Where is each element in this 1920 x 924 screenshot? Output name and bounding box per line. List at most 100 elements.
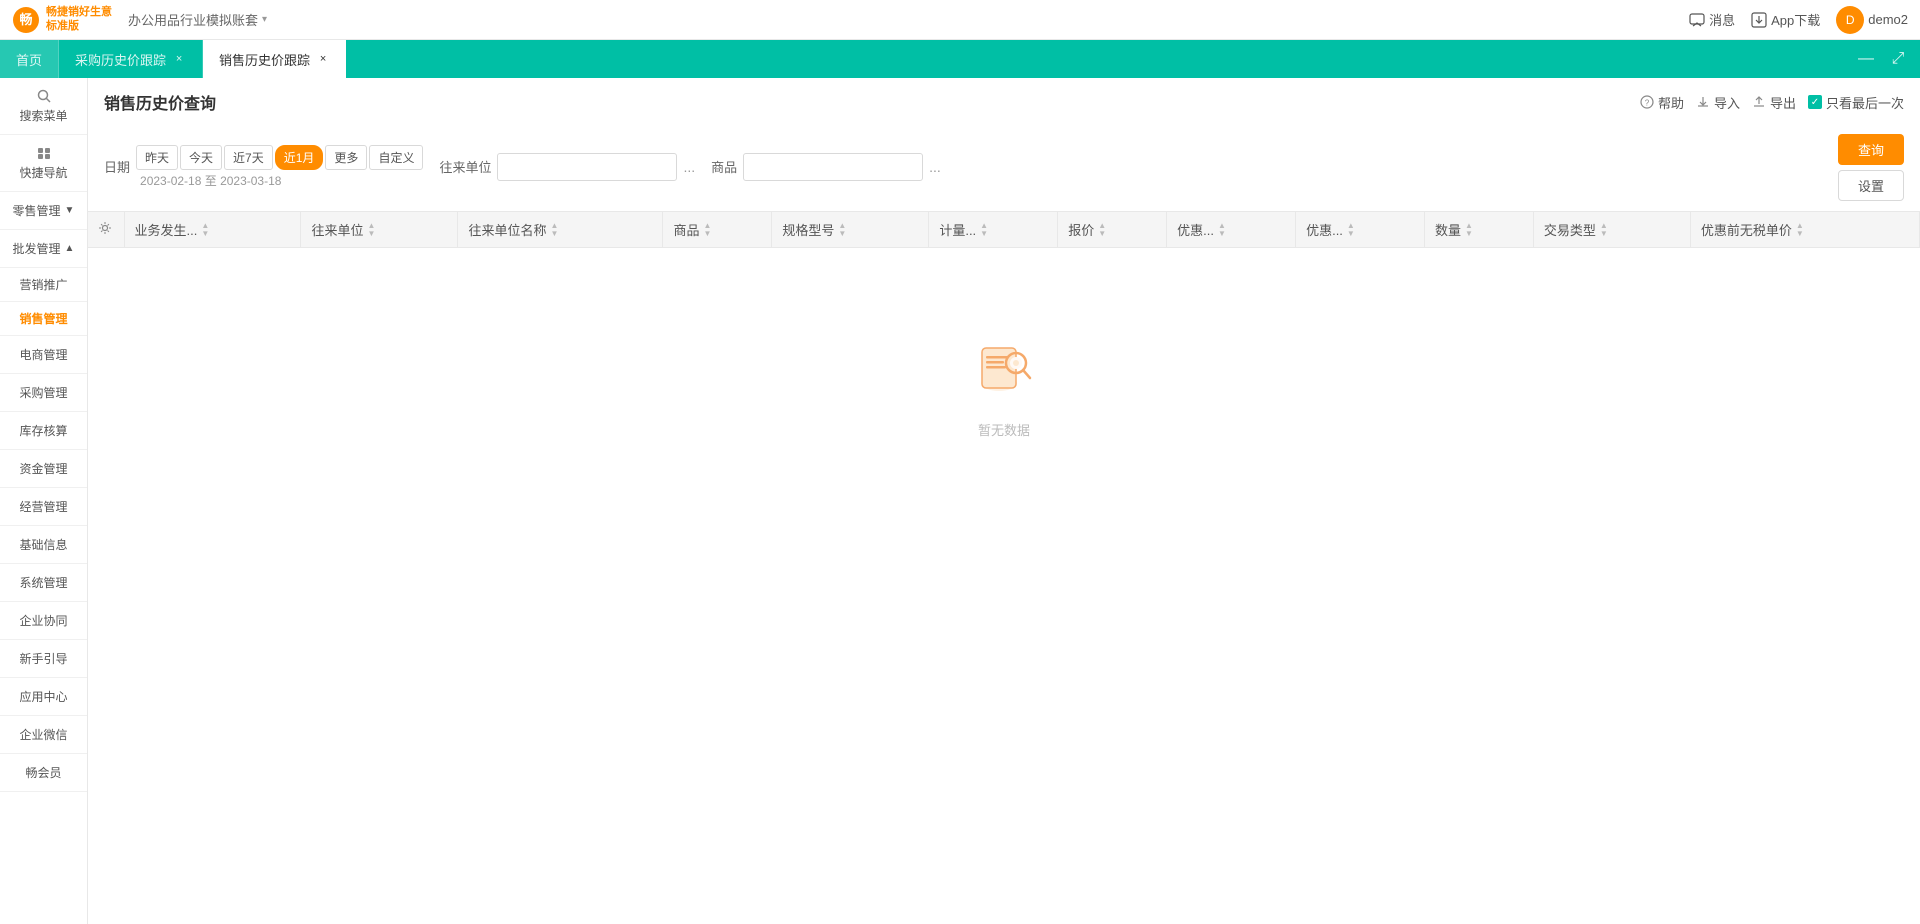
help-button[interactable]: ? 帮助	[1640, 93, 1684, 112]
sidebar-item-app-center[interactable]: 应用中心	[0, 678, 87, 716]
sidebar-item-system[interactable]: 系统管理	[0, 564, 87, 602]
date-buttons: 昨天 今天 近7天 近1月 更多 自定义	[136, 145, 423, 170]
sidebar-item-operation[interactable]: 经营管理	[0, 488, 87, 526]
export-label: 导出	[1770, 93, 1796, 112]
help-icon: ?	[1640, 95, 1654, 109]
sidebar-purchase-label: 采购管理	[19, 384, 67, 401]
message-icon	[1689, 12, 1705, 28]
date-btn-yesterday[interactable]: 昨天	[136, 145, 178, 170]
export-button[interactable]: 导出	[1752, 93, 1796, 112]
download-icon	[1751, 12, 1767, 28]
import-label: 导入	[1714, 93, 1740, 112]
th-trade-type[interactable]: 交易类型 ▲▼	[1533, 212, 1690, 248]
th-quote-label: 报价	[1068, 220, 1094, 239]
page-actions: ? 帮助 导入 导出 ✓ 只看最后一次	[1640, 93, 1904, 112]
sidebar-collab-label: 企业协同	[19, 612, 67, 629]
goods-filter-label: 商品	[711, 157, 737, 176]
date-range-display: 2023-02-18 至 2023-03-18	[140, 172, 423, 189]
th-unit[interactable]: 计量... ▲▼	[929, 212, 1058, 248]
th-gear[interactable]	[88, 212, 124, 248]
tab-purchase-close[interactable]: ×	[172, 52, 186, 66]
app-download-button[interactable]: App下载	[1751, 10, 1820, 29]
tab-sales-close[interactable]: ×	[316, 52, 330, 66]
svg-text:畅: 畅	[19, 12, 32, 27]
goods-dots[interactable]: ...	[929, 159, 941, 175]
sort-arrows-partner-name: ▲▼	[550, 222, 558, 238]
sidebar-item-basic-info[interactable]: 基础信息	[0, 526, 87, 564]
export-icon	[1752, 95, 1766, 109]
th-biz-date[interactable]: 业务发生... ▲▼	[124, 212, 301, 248]
username-label: demo2	[1868, 12, 1908, 27]
sidebar-item-inventory[interactable]: 库存核算	[0, 412, 87, 450]
th-trade-type-label: 交易类型	[1544, 220, 1596, 239]
filter-row: 日期 昨天 今天 近7天 近1月 更多 自定义 2023-02-18 至 202…	[104, 124, 1904, 211]
sidebar-basic-label: 基础信息	[19, 536, 67, 553]
query-button[interactable]: 查询	[1838, 134, 1904, 165]
top-header: 畅 畅捷销好生意 标准版 办公用品行业模拟账套 ▾ 消息 App下载 D dem…	[0, 0, 1920, 40]
tab-sales[interactable]: 销售历史价跟踪 ×	[203, 40, 346, 78]
svg-text:?: ?	[1645, 99, 1650, 108]
sidebar-item-retail[interactable]: 零售管理 ▼	[0, 192, 87, 230]
partner-filter-label: 往来单位	[439, 157, 491, 176]
th-partner[interactable]: 往来单位 ▲▼	[301, 212, 458, 248]
date-filter-group: 日期 昨天 今天 近7天 近1月 更多 自定义 2023-02-18 至 202…	[104, 145, 423, 189]
sidebar-item-wholesale[interactable]: 批发管理 ▲	[0, 230, 87, 268]
date-btn-7days[interactable]: 近7天	[224, 145, 273, 170]
avatar: D	[1836, 6, 1864, 34]
tab-home[interactable]: 首页	[0, 40, 59, 78]
date-filter-label: 日期	[104, 157, 130, 176]
message-button[interactable]: 消息	[1689, 10, 1735, 29]
sidebar-item-marketing[interactable]: 营销推广	[0, 268, 87, 302]
tab-purchase-label: 采购历史价跟踪	[75, 50, 166, 69]
th-discount2[interactable]: 优惠... ▲▼	[1296, 212, 1425, 248]
sidebar-item-collab[interactable]: 企业协同	[0, 602, 87, 640]
th-discount1[interactable]: 优惠... ▲▼	[1167, 212, 1296, 248]
sort-arrows-unit: ▲▼	[980, 222, 988, 238]
page-title: 销售历史价查询	[104, 90, 216, 114]
sidebar-item-purchase[interactable]: 采购管理	[0, 374, 87, 412]
sidebar-item-membership[interactable]: 畅会员	[0, 754, 87, 792]
partner-dots[interactable]: ...	[683, 159, 695, 175]
tab-minimize-button[interactable]: —	[1852, 45, 1880, 73]
th-pre-discount[interactable]: 优惠前无税单价 ▲▼	[1690, 212, 1919, 248]
content-area: 销售历史价查询 ? 帮助 导入 导出 ✓	[88, 78, 1920, 924]
th-spec[interactable]: 规格型号 ▲▼	[772, 212, 929, 248]
date-btn-custom[interactable]: 自定义	[369, 145, 423, 170]
empty-state-icon	[964, 328, 1044, 408]
th-goods[interactable]: 商品 ▲▼	[663, 212, 772, 248]
tab-purchase[interactable]: 采购历史价跟踪 ×	[59, 40, 203, 78]
th-spec-label: 规格型号	[782, 220, 834, 239]
th-goods-label: 商品	[673, 220, 699, 239]
sidebar-item-sales-mgmt[interactable]: 销售管理	[0, 302, 87, 336]
sort-arrows-prediscount: ▲▼	[1796, 222, 1804, 238]
app-selector[interactable]: 办公用品行业模拟账套 ▾	[120, 6, 275, 33]
partner-input[interactable]	[497, 153, 677, 181]
settings-button[interactable]: 设置	[1838, 170, 1904, 201]
sidebar-wholesale-label: 批发管理	[13, 240, 61, 257]
only-last-checkbox[interactable]: ✓ 只看最后一次	[1808, 93, 1904, 112]
date-btn-1month[interactable]: 近1月	[275, 145, 324, 170]
th-partner-name[interactable]: 往来单位名称 ▲▼	[458, 212, 663, 248]
goods-input[interactable]	[743, 153, 923, 181]
data-table: 业务发生... ▲▼ 往来单位 ▲▼ 往来单位名	[88, 212, 1920, 248]
th-quote[interactable]: 报价 ▲▼	[1058, 212, 1167, 248]
import-button[interactable]: 导入	[1696, 93, 1740, 112]
logo-text: 畅捷销好生意 标准版	[46, 6, 112, 32]
sidebar-item-finance[interactable]: 资金管理	[0, 450, 87, 488]
th-partner-label: 往来单位	[311, 220, 363, 239]
sidebar-item-newbie[interactable]: 新手引导	[0, 640, 87, 678]
tab-maximize-button[interactable]: ⤢	[1884, 45, 1912, 73]
sidebar-item-wechat[interactable]: 企业微信	[0, 716, 87, 754]
sort-arrows-quote: ▲▼	[1098, 222, 1106, 238]
date-btn-more[interactable]: 更多	[325, 145, 367, 170]
sidebar-item-search-menu[interactable]: 搜索菜单	[0, 78, 87, 135]
sidebar-item-quick-nav[interactable]: 快捷导航	[0, 135, 87, 192]
goods-filter-group: 商品 ...	[711, 153, 941, 181]
sidebar: 搜索菜单 快捷导航 零售管理 ▼ 批发管理 ▲ 营销推广 销售管理 电商管理 采…	[0, 78, 88, 924]
date-btn-today[interactable]: 今天	[180, 145, 222, 170]
sidebar-item-ecommerce[interactable]: 电商管理	[0, 336, 87, 374]
user-profile[interactable]: D demo2	[1836, 6, 1908, 34]
partner-filter-group: 往来单位 ...	[439, 153, 695, 181]
sidebar-wechat-label: 企业微信	[19, 726, 67, 743]
th-quantity[interactable]: 数量 ▲▼	[1425, 212, 1534, 248]
